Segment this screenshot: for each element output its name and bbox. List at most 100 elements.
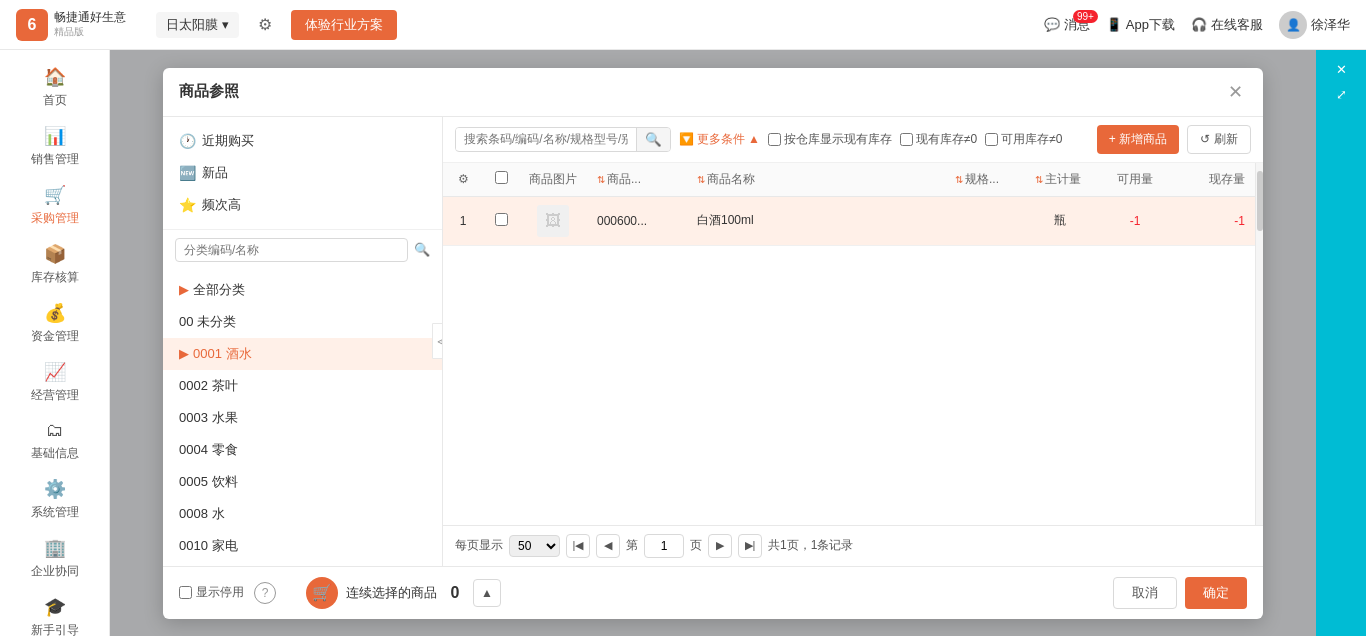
table-scrollbar[interactable] [1255,163,1263,525]
row-available: -1 [1095,196,1175,245]
sort-icon: ⇅ [1035,174,1043,185]
th-checkbox[interactable] [483,163,519,197]
sidebar-item-basic[interactable]: 🗂 基础信息 [0,412,109,470]
category-00[interactable]: 00 未分类 [163,306,442,338]
user-btn[interactable]: 👤 徐泽华 [1279,11,1350,39]
product-search-btn[interactable]: 🔍 [636,128,670,151]
sidebar-item-newbie[interactable]: 🎓 新手引导 [0,588,109,636]
logo-title: 畅捷通好生意 [54,10,126,26]
category-search-input[interactable] [175,238,408,262]
modal-body: 🕐 近期购买 🆕 新品 ⭐ 频次高 [163,117,1263,566]
product-search-input[interactable] [456,128,636,150]
sidebar-item-label: 销售管理 [31,151,79,168]
row-img: 🖼 [519,196,587,245]
show-disabled-checkbox[interactable]: 显示停用 [179,584,244,601]
sidebar-item-label: 基础信息 [31,445,79,462]
last-page-btn[interactable]: ▶| [738,534,762,558]
filter-icon: 🔽 [679,132,694,146]
category-list: ▶ 全部分类 00 未分类 ▶ 0001 酒水 0002 茶 [163,270,442,566]
star-icon: ⭐ [179,197,196,213]
nav-selector[interactable]: 日太阳膜 ▾ [156,12,239,38]
category-0002[interactable]: 0002 茶叶 [163,370,442,402]
collapse-cart-btn[interactable]: ▲ [473,579,501,607]
th-img: 商品图片 [519,163,587,197]
th-settings[interactable]: ⚙ [443,163,483,197]
more-filter-btn[interactable]: 🔽 更多条件 ▲ [679,131,760,148]
filter-frequent[interactable]: ⭐ 频次高 [163,189,442,221]
category-all[interactable]: ▶ 全部分类 [163,274,442,306]
th-code[interactable]: ⇅商品... [587,163,687,197]
category-search-icon[interactable]: 🔍 [414,242,430,257]
logo-icon: 6 [16,9,48,41]
next-page-btn[interactable]: ▶ [708,534,732,558]
first-page-btn[interactable]: |◀ [566,534,590,558]
category-0004[interactable]: 0004 零食 [163,434,442,466]
sort-icon: ⇅ [697,174,705,185]
confirm-btn[interactable]: 确定 [1185,577,1247,609]
prev-page-btn[interactable]: ◀ [596,534,620,558]
main-layout: 🏠 首页 📊 销售管理 🛒 采购管理 📦 库存核算 💰 资金管理 📈 经营管理 … [0,50,1366,636]
checkbox-nonzero-available[interactable]: 可用库存≠0 [985,131,1062,148]
row-index: 1 [443,196,483,245]
table-scroll-thumb[interactable] [1257,171,1263,231]
per-page-label: 每页显示 [455,537,503,554]
cancel-btn[interactable]: 取消 [1113,577,1177,609]
sidebar-item-label: 库存核算 [31,269,79,286]
filter-new[interactable]: 🆕 新品 [163,157,442,189]
online-service-btn[interactable]: 🎧 在线客服 [1191,16,1263,34]
top-nav: 6 畅捷通好生意 精品版 日太阳膜 ▾ ⚙ 体验行业方案 💬 消息 99+ 📱 … [0,0,1366,50]
row-spec [945,196,1025,245]
per-page-select[interactable]: 50 20 100 [509,535,560,557]
refresh-btn[interactable]: ↺ 刷新 [1187,125,1251,154]
checkbox-nonzero-stock[interactable]: 现有库存≠0 [900,131,977,148]
app-download-btn[interactable]: 📱 App下载 [1106,16,1175,34]
cart-icon[interactable]: 🛒 [306,577,338,609]
message-btn[interactable]: 💬 消息 99+ [1044,16,1090,34]
table-row[interactable]: 1 🖼 000600... 白酒100ml [443,196,1255,245]
sidebar-item-enterprise[interactable]: 🏢 企业协同 [0,529,109,588]
row-checkbox[interactable] [483,196,519,245]
sidebar-item-sales[interactable]: 📊 销售管理 [0,117,109,176]
category-0001[interactable]: ▶ 0001 酒水 [163,338,442,370]
product-search-box: 🔍 [455,127,671,152]
sidebar-item-finance[interactable]: 💰 资金管理 [0,294,109,353]
logo-sub: 精品版 [54,25,126,39]
sales-icon: 📊 [44,125,66,147]
filter-recent[interactable]: 🕐 近期购买 [163,125,442,157]
sidebar-item-inventory[interactable]: 📦 库存核算 [0,235,109,294]
expand-icon: ▶ [179,282,189,297]
category-0010[interactable]: 0010 家电 [163,530,442,562]
th-name[interactable]: ⇅商品名称 [687,163,945,197]
purchase-icon: 🛒 [44,184,66,206]
sidebar-item-operations[interactable]: 📈 经营管理 [0,353,109,412]
modal-footer: 显示停用 ? 🛒 连续选择的商品 0 ▲ 取消 确定 [163,566,1263,619]
category-search-area: 🔍 [163,230,442,270]
add-product-btn[interactable]: + 新增商品 [1097,125,1179,154]
th-stock: 现存量 [1175,163,1255,197]
settings-icon[interactable]: ⚙ [249,9,281,41]
checkbox-warehouse-stock[interactable]: 按仓库显示现有库存 [768,131,892,148]
sidebar-item-home[interactable]: 🏠 首页 [0,58,109,117]
message-icon: 💬 [1044,17,1060,32]
close-teal-btn[interactable]: ✕ [1336,62,1347,77]
sidebar-item-purchase[interactable]: 🛒 采购管理 [0,176,109,235]
product-table: ⚙ 商品图片 ⇅商品... [443,163,1255,246]
category-0003[interactable]: 0003 水果 [163,402,442,434]
expand-teal-btn[interactable]: ⤢ [1336,87,1347,102]
left-panel: 🕐 近期购买 🆕 新品 ⭐ 频次高 [163,117,443,566]
sidebar-item-system[interactable]: ⚙️ 系统管理 [0,470,109,529]
help-icon[interactable]: ? [254,582,276,604]
page-number-input[interactable] [644,534,684,558]
newbie-icon: 🎓 [44,596,66,618]
headset-icon: 🎧 [1191,17,1207,32]
modal-close-btn[interactable]: ✕ [1223,80,1247,104]
th-unit[interactable]: ⇅主计量 [1025,163,1095,197]
category-0008[interactable]: 0008 水 [163,498,442,530]
footer-cart-area: 🛒 连续选择的商品 0 ▲ [306,577,501,609]
basic-icon: 🗂 [46,420,64,441]
toolbar-actions: + 新增商品 ↺ 刷新 [1097,125,1251,154]
category-0005[interactable]: 0005 饮料 [163,466,442,498]
experience-btn[interactable]: 体验行业方案 [291,10,397,40]
th-spec[interactable]: ⇅规格... [945,163,1025,197]
collapse-panel-btn[interactable]: ≪ [432,323,443,359]
